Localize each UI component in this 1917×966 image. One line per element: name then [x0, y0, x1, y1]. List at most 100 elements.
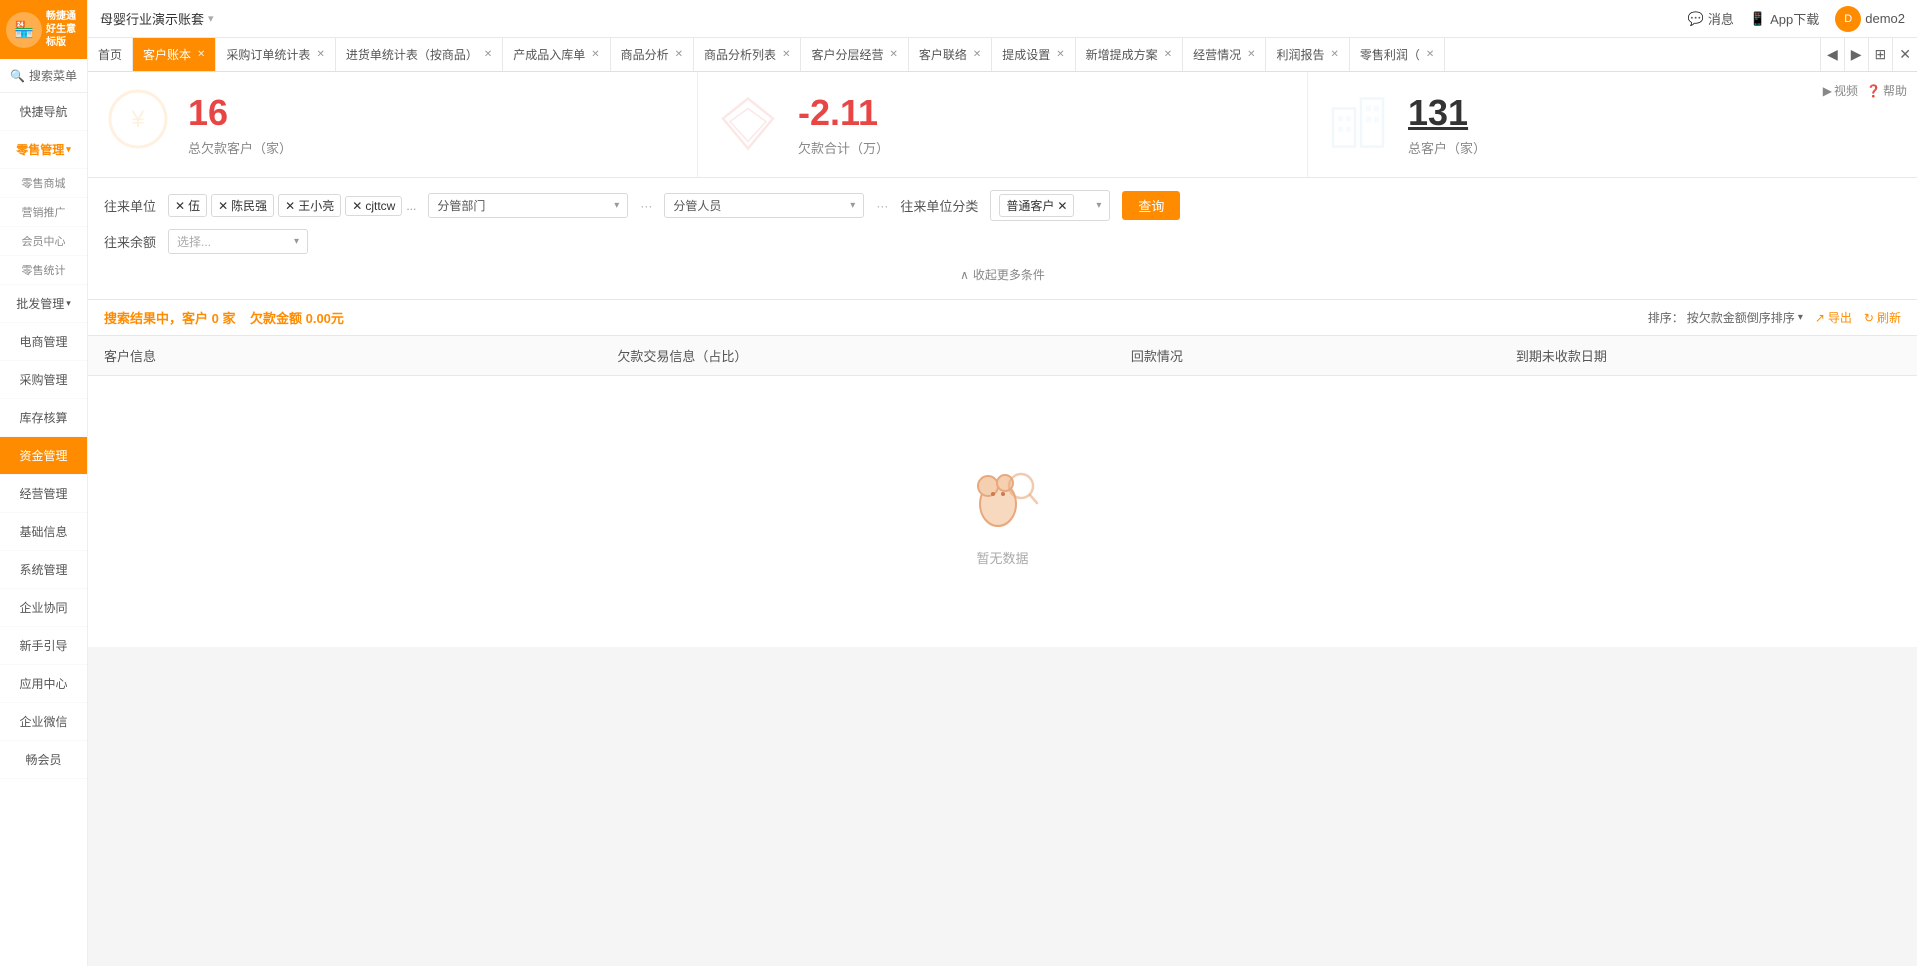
- tab-product-analysis-label: 商品分析: [621, 46, 669, 63]
- main-area: 母婴行业演示账套 ▾ 💬 消息 📱 App下载 D demo2 首页 客户账本: [88, 0, 1917, 966]
- tab-purchase-order-stat-close[interactable]: ✕: [316, 49, 324, 60]
- tab-operation-status[interactable]: 经营情况 ✕: [1183, 38, 1266, 72]
- tab-customer-contact-close[interactable]: ✕: [973, 49, 981, 60]
- sidebar-item-retail-stat[interactable]: 零售统计: [0, 256, 87, 285]
- unit-tag-0-close[interactable]: ✕: [175, 199, 185, 213]
- tab-customer-contact[interactable]: 客户联络 ✕: [909, 38, 992, 72]
- tab-home-label: 首页: [98, 46, 122, 63]
- unit-filter-tags: ✕ 伍 ✕ 陈民强 ✕ 王小亮 ✕ cjttcw ...: [168, 194, 416, 217]
- unit-tag-1-label: 陈民强: [231, 197, 267, 214]
- category-tag-close[interactable]: ✕: [1057, 199, 1067, 213]
- unit-tag-2-label: 王小亮: [298, 197, 334, 214]
- stat-overdue-info: 16 总欠款客户（家）: [188, 92, 292, 157]
- tabs-next-btn[interactable]: ▶: [1844, 38, 1868, 72]
- message-btn[interactable]: 💬 消息: [1688, 9, 1734, 28]
- filter-section: 往来单位 ✕ 伍 ✕ 陈民强 ✕ 王小亮 ✕: [88, 178, 1917, 300]
- stat-debt-label: 欠款合计（万）: [798, 138, 889, 157]
- manager-filter-arrow: ▾: [850, 200, 855, 211]
- stat-total-number: 131: [1408, 92, 1486, 134]
- user-menu[interactable]: D demo2: [1835, 6, 1905, 32]
- tab-product-inbound-close[interactable]: ✕: [591, 49, 599, 60]
- tab-inbound-stat[interactable]: 进货单统计表（按商品） ✕: [336, 38, 503, 72]
- topbar-right: 💬 消息 📱 App下载 D demo2: [1688, 6, 1905, 32]
- sidebar-item-retail[interactable]: 零售管理 ▾: [0, 131, 87, 169]
- help-icon: ❓: [1866, 84, 1881, 98]
- search-button[interactable]: 查询: [1122, 191, 1180, 220]
- app-download-btn[interactable]: 📱 App下载: [1750, 9, 1819, 28]
- account-selector[interactable]: 母婴行业演示账套 ▾: [100, 9, 214, 28]
- tab-operation-status-close[interactable]: ✕: [1247, 49, 1255, 60]
- col-overdue-date: 到期未收款日期: [1516, 346, 1901, 365]
- tab-product-analysis[interactable]: 商品分析 ✕: [611, 38, 694, 72]
- sidebar-item-inventory[interactable]: 库存核算: [0, 399, 87, 437]
- refresh-label: 刷新: [1877, 309, 1901, 326]
- manager-filter-select[interactable]: 分管人员 ▾: [664, 193, 864, 218]
- sidebar-item-marketing[interactable]: 营销推广: [0, 198, 87, 227]
- remainder-filter-select[interactable]: 选择... ▾: [168, 229, 308, 254]
- tab-purchase-order-stat[interactable]: 采购订单统计表 ✕: [216, 38, 335, 72]
- sidebar-item-wholesale[interactable]: 批发管理 ▾: [0, 285, 87, 323]
- sidebar-item-system[interactable]: 系统管理: [0, 551, 87, 589]
- remainder-arrow-icon: ▾: [294, 236, 299, 247]
- tab-product-analysis-list-close[interactable]: ✕: [782, 49, 790, 60]
- tab-submit-settings[interactable]: 提成设置 ✕: [992, 38, 1075, 72]
- tab-product-analysis-list[interactable]: 商品分析列表 ✕: [694, 38, 801, 72]
- content-area: ¥ 16 总欠款客户（家） -2.11 欠款合计（: [88, 72, 1917, 966]
- unit-tag-more[interactable]: ...: [406, 199, 416, 213]
- tabs-expand-btn[interactable]: ⊞: [1868, 38, 1893, 72]
- tab-inbound-stat-close[interactable]: ✕: [484, 49, 492, 60]
- customer-unit: 家: [223, 311, 236, 326]
- category-filter-arrow: ▾: [1096, 200, 1101, 211]
- newbie-label: 新手引导: [19, 639, 67, 653]
- tab-product-inbound[interactable]: 产成品入库单 ✕: [503, 38, 610, 72]
- tab-new-submit-plan[interactable]: 新增提成方案 ✕: [1076, 38, 1183, 72]
- unit-tag-3-close[interactable]: ✕: [352, 199, 362, 213]
- tab-retail-profit[interactable]: 零售利润（ ✕: [1350, 38, 1445, 72]
- download-label: App下载: [1770, 9, 1819, 28]
- tab-product-analysis-list-label: 商品分析列表: [704, 46, 776, 63]
- tabs-close-all-btn[interactable]: ✕: [1892, 38, 1917, 72]
- sidebar-item-quick-nav[interactable]: 快捷导航: [0, 93, 87, 131]
- video-btn[interactable]: ▶ 视频: [1823, 82, 1858, 99]
- refresh-btn[interactable]: ↻ 刷新: [1864, 309, 1901, 326]
- sidebar-item-ecommerce[interactable]: 电商管理: [0, 323, 87, 361]
- unit-tag-1-close[interactable]: ✕: [218, 199, 228, 213]
- export-btn[interactable]: ↗ 导出: [1815, 309, 1852, 326]
- unit-tag-2-close[interactable]: ✕: [285, 199, 295, 213]
- video-label: 视频: [1834, 82, 1858, 99]
- tab-product-analysis-close[interactable]: ✕: [675, 49, 683, 60]
- tab-submit-settings-close[interactable]: ✕: [1056, 49, 1064, 60]
- sidebar-item-enterprise-collab[interactable]: 企业协同: [0, 589, 87, 627]
- sidebar-item-vip-member[interactable]: 畅会员: [0, 741, 87, 779]
- tab-retail-profit-close[interactable]: ✕: [1426, 49, 1434, 60]
- unit-filter-label: 往来单位: [104, 196, 156, 215]
- manager-more-dots[interactable]: ···: [876, 199, 888, 213]
- tab-profit-report[interactable]: 利润报告 ✕: [1266, 38, 1349, 72]
- tab-new-submit-plan-close[interactable]: ✕: [1164, 49, 1172, 60]
- sidebar-item-app-center[interactable]: 应用中心: [0, 665, 87, 703]
- sidebar-item-finance[interactable]: 资金管理: [0, 437, 87, 475]
- sort-select[interactable]: 排序： 按欠款金额倒序排序 ▾: [1648, 309, 1803, 326]
- dept-more-dots[interactable]: ···: [640, 199, 652, 213]
- help-btn[interactable]: ❓ 帮助: [1866, 82, 1907, 99]
- tabs-prev-btn[interactable]: ◀: [1820, 38, 1844, 72]
- sidebar-search[interactable]: 🔍 搜索菜单: [0, 59, 87, 93]
- sidebar-item-operation[interactable]: 经营管理: [0, 475, 87, 513]
- sidebar-item-basic-info[interactable]: 基础信息: [0, 513, 87, 551]
- tab-customer-account-close[interactable]: ✕: [197, 49, 205, 60]
- sidebar-item-newbie[interactable]: 新手引导: [0, 627, 87, 665]
- tab-customer-segment-close[interactable]: ✕: [889, 49, 897, 60]
- category-filter-select[interactable]: 普通客户 ✕ ▾: [990, 190, 1110, 221]
- tab-home[interactable]: 首页: [88, 38, 133, 72]
- collapse-filters-btn[interactable]: ∧ 收起更多条件: [104, 262, 1901, 287]
- results-bar: 搜索结果中，客户 0 家 欠款金额 0.00元 排序： 按欠款金额倒序排序 ▾ …: [88, 300, 1917, 336]
- sidebar-item-enterprise-wechat[interactable]: 企业微信: [0, 703, 87, 741]
- sidebar-item-member[interactable]: 会员中心: [0, 227, 87, 256]
- dept-filter-select[interactable]: 分管部门 ▾: [428, 193, 628, 218]
- sidebar-item-purchase[interactable]: 采购管理: [0, 361, 87, 399]
- tab-customer-account[interactable]: 客户账本 ✕: [133, 38, 216, 72]
- remainder-placeholder: 选择...: [177, 233, 211, 250]
- tab-profit-report-close[interactable]: ✕: [1331, 49, 1339, 60]
- sidebar-item-retail-mall[interactable]: 零售商城: [0, 169, 87, 198]
- tab-customer-segment[interactable]: 客户分层经营 ✕: [801, 38, 908, 72]
